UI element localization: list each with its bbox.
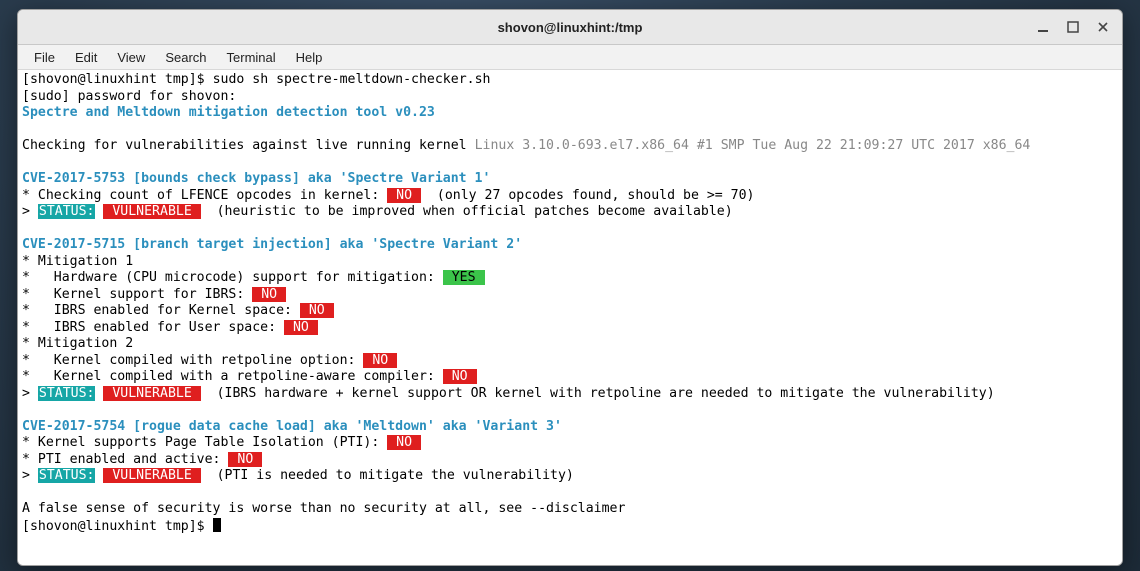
cve3-pti: * Kernel supports Page Table Isolation (…	[22, 435, 387, 450]
menubar: File Edit View Search Terminal Help	[18, 45, 1122, 70]
maximize-button[interactable]	[1058, 14, 1088, 40]
menu-terminal[interactable]: Terminal	[217, 47, 286, 68]
gt-marker: >	[22, 386, 38, 401]
cve2-mit2: * Mitigation 2	[22, 336, 133, 351]
cve2-retp2: * Kernel compiled with a retpoline-aware…	[22, 369, 443, 384]
prompt: [shovon@linuxhint tmp]$	[22, 72, 213, 87]
minimize-icon	[1037, 21, 1049, 33]
disclaimer-line: A false sense of security is worse than …	[22, 501, 625, 516]
window-title: shovon@linuxhint:/tmp	[18, 20, 1122, 35]
gt-marker: >	[22, 468, 38, 483]
cve-5715-header: CVE-2017-5715 [branch target injection] …	[22, 237, 522, 252]
menu-view[interactable]: View	[107, 47, 155, 68]
cve-5754-header: CVE-2017-5754 [rogue data cache load] ak…	[22, 419, 562, 434]
cve1-lfence-a: * Checking count of LFENCE opcodes in ke…	[22, 188, 387, 203]
titlebar[interactable]: shovon@linuxhint:/tmp	[18, 10, 1122, 45]
command-text: sudo sh spectre-meltdown-checker.sh	[213, 72, 491, 87]
vulnerable-badge: VULNERABLE	[103, 386, 200, 401]
terminal-window: shovon@linuxhint:/tmp File Edit View Sea…	[17, 9, 1123, 566]
cve2-hw: * Hardware (CPU microcode) support for m…	[22, 270, 443, 285]
status-label: STATUS:	[38, 468, 96, 483]
badge-no: NO	[284, 320, 318, 335]
menu-edit[interactable]: Edit	[65, 47, 107, 68]
prompt: [shovon@linuxhint tmp]$	[22, 519, 213, 534]
cve1-status-note: (heuristic to be improved when official …	[201, 204, 733, 219]
cve2-mit1: * Mitigation 1	[22, 254, 133, 269]
tool-title: Spectre and Meltdown mitigation detectio…	[22, 105, 435, 120]
badge-no: NO	[228, 452, 262, 467]
terminal-output[interactable]: [shovon@linuxhint tmp]$ sudo sh spectre-…	[18, 70, 1122, 565]
badge-no: NO	[300, 303, 334, 318]
badge-yes: YES	[443, 270, 485, 285]
vulnerable-badge: VULNERABLE	[103, 468, 200, 483]
minimize-button[interactable]	[1028, 14, 1058, 40]
cve-5753-header: CVE-2017-5753 [bounds check bypass] aka …	[22, 171, 490, 186]
menu-search[interactable]: Search	[155, 47, 216, 68]
sudo-prompt: [sudo] password for shovon:	[22, 89, 236, 104]
check-prefix: Checking for vulnerabilities against liv…	[22, 138, 475, 153]
close-button[interactable]	[1088, 14, 1118, 40]
close-icon	[1097, 21, 1109, 33]
desktop: C E N T O S shovon@linuxhint:/tmp File E…	[0, 0, 1140, 571]
gt-marker: >	[22, 204, 38, 219]
badge-no: NO	[252, 287, 286, 302]
badge-no: NO	[363, 353, 397, 368]
badge-no: NO	[387, 435, 421, 450]
menu-help[interactable]: Help	[286, 47, 333, 68]
cve1-lfence-b: (only 27 opcodes found, should be >= 70)	[421, 188, 754, 203]
kernel-version: Linux 3.10.0-693.el7.x86_64 #1 SMP Tue A…	[475, 138, 1031, 153]
vulnerable-badge: VULNERABLE	[103, 204, 200, 219]
cursor-icon	[213, 518, 221, 532]
cve2-ibrs-k: * IBRS enabled for Kernel space:	[22, 303, 300, 318]
menu-file[interactable]: File	[24, 47, 65, 68]
cve3-ptiact: * PTI enabled and active:	[22, 452, 228, 467]
maximize-icon	[1067, 21, 1079, 33]
cve2-status-note: (IBRS hardware + kernel support OR kerne…	[201, 386, 995, 401]
cve2-ibrs-u: * IBRS enabled for User space:	[22, 320, 284, 335]
badge-no: NO	[387, 188, 421, 203]
badge-no: NO	[443, 369, 477, 384]
cve2-kibrs: * Kernel support for IBRS:	[22, 287, 252, 302]
status-label: STATUS:	[38, 204, 96, 219]
status-label: STATUS:	[38, 386, 96, 401]
window-controls	[1028, 10, 1118, 44]
cve2-retp: * Kernel compiled with retpoline option:	[22, 353, 363, 368]
cve3-status-note: (PTI is needed to mitigate the vulnerabi…	[201, 468, 574, 483]
